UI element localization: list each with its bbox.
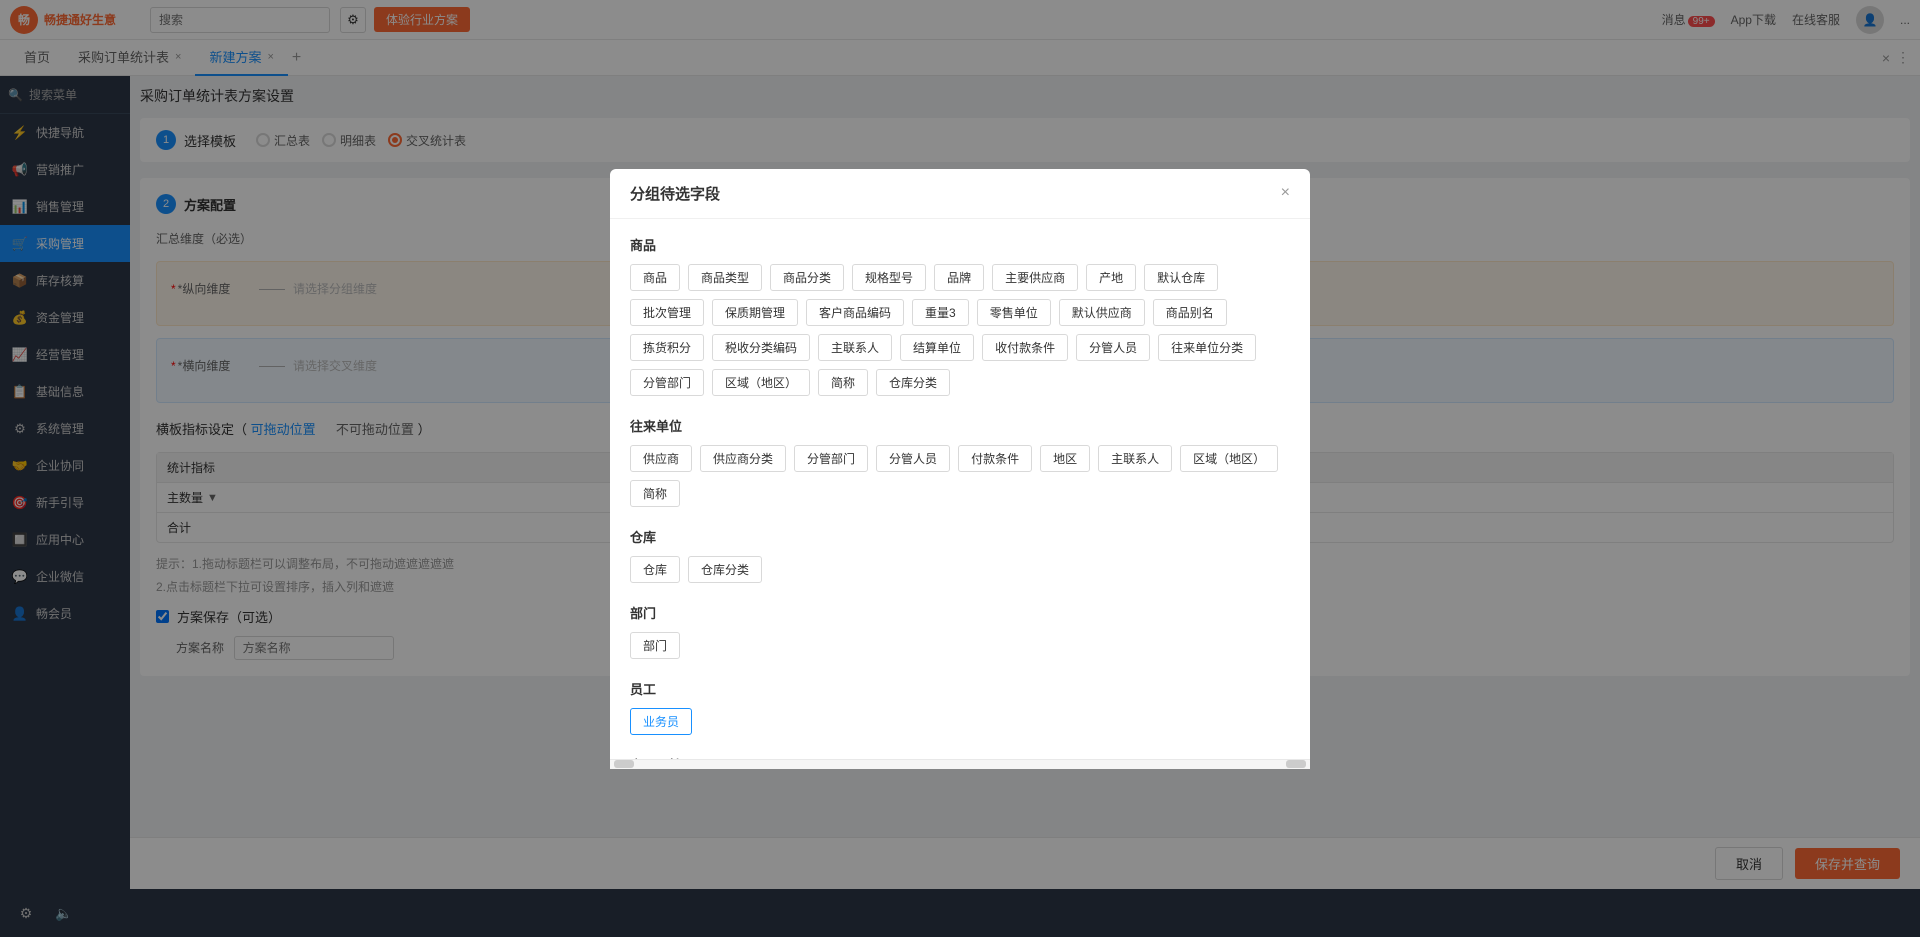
field-tag[interactable]: 分管部门 — [794, 445, 868, 472]
field-tag[interactable]: 商品 — [630, 264, 680, 291]
field-tag[interactable]: 商品类型 — [688, 264, 762, 291]
field-tag[interactable]: 拣货积分 — [630, 334, 704, 361]
group-title-staff: 员工 — [630, 679, 1290, 698]
field-tag[interactable]: 仓库分类 — [876, 369, 950, 396]
field-tag[interactable]: 结算单位 — [900, 334, 974, 361]
field-tag[interactable]: 批次管理 — [630, 299, 704, 326]
field-tag[interactable]: 付款条件 — [958, 445, 1032, 472]
hscroll-thumb[interactable] — [614, 760, 634, 768]
field-tag[interactable]: 品牌 — [934, 264, 984, 291]
modal-hscrollbar — [610, 759, 1310, 769]
field-group-staff: 员工 业务员 — [630, 679, 1290, 735]
field-tag[interactable]: 主要供应商 — [992, 264, 1078, 291]
field-tag[interactable]: 默认仓库 — [1144, 264, 1218, 291]
warehouse-field-tags: 仓库 仓库分类 — [630, 556, 1290, 583]
field-tag[interactable]: 收付款条件 — [982, 334, 1068, 361]
field-tag[interactable]: 供应商分类 — [700, 445, 786, 472]
field-tag[interactable]: 分管人员 — [876, 445, 950, 472]
field-group-partner: 往来单位 供应商 供应商分类 分管部门 分管人员 付款条件 地区 主联系人 区域… — [630, 416, 1290, 507]
modal-header: 分组待选字段 × — [610, 169, 1310, 219]
group-title-warehouse: 仓库 — [630, 527, 1290, 546]
field-group-warehouse: 仓库 仓库 仓库分类 — [630, 527, 1290, 583]
department-field-tags: 部门 — [630, 632, 1290, 659]
field-tag[interactable]: 简称 — [818, 369, 868, 396]
modal-close-button[interactable]: × — [1281, 184, 1290, 202]
modal-dialog: 分组待选字段 × 商品 商品 商品类型 商品分类 规格型号 品牌 主要供应商 产… — [610, 169, 1310, 769]
field-tag[interactable]: 简称 — [630, 480, 680, 507]
group-title-product: 商品 — [630, 235, 1290, 254]
staff-field-tags: 业务员 — [630, 708, 1290, 735]
field-tag[interactable]: 产地 — [1086, 264, 1136, 291]
field-group-department: 部门 部门 — [630, 603, 1290, 659]
field-tag[interactable]: 供应商 — [630, 445, 692, 472]
field-tag[interactable]: 仓库分类 — [688, 556, 762, 583]
field-tag[interactable]: 规格型号 — [852, 264, 926, 291]
field-tag[interactable]: 仓库 — [630, 556, 680, 583]
hscroll-right[interactable] — [1286, 760, 1306, 768]
field-tag[interactable]: 税收分类编码 — [712, 334, 810, 361]
modal-body: 商品 商品 商品类型 商品分类 规格型号 品牌 主要供应商 产地 默认仓库 批次… — [610, 219, 1310, 759]
field-tag[interactable]: 保质期管理 — [712, 299, 798, 326]
field-tag[interactable]: 主联系人 — [1098, 445, 1172, 472]
field-tag[interactable]: 往来单位分类 — [1158, 334, 1256, 361]
product-field-tags: 商品 商品类型 商品分类 规格型号 品牌 主要供应商 产地 默认仓库 批次管理 … — [630, 264, 1290, 396]
field-tag[interactable]: 地区 — [1040, 445, 1090, 472]
field-tag[interactable]: 分管人员 — [1076, 334, 1150, 361]
field-tag[interactable]: 客户商品编码 — [806, 299, 904, 326]
partner-field-tags: 供应商 供应商分类 分管部门 分管人员 付款条件 地区 主联系人 区域（地区） … — [630, 445, 1290, 507]
field-tag[interactable]: 区域（地区） — [1180, 445, 1278, 472]
field-tag[interactable]: 主联系人 — [818, 334, 892, 361]
field-tag[interactable]: 商品别名 — [1153, 299, 1227, 326]
field-tag[interactable]: 商品分类 — [770, 264, 844, 291]
field-tag[interactable]: 重量3 — [912, 299, 969, 326]
field-tag[interactable]: 区域（地区） — [712, 369, 810, 396]
field-tag[interactable]: 部门 — [630, 632, 680, 659]
field-tag[interactable]: 零售单位 — [977, 299, 1051, 326]
group-title-department: 部门 — [630, 603, 1290, 622]
group-title-partner: 往来单位 — [630, 416, 1290, 435]
modal-title: 分组待选字段 — [630, 183, 720, 204]
field-tag[interactable]: 默认供应商 — [1059, 299, 1145, 326]
field-tag[interactable]: 分管部门 — [630, 369, 704, 396]
field-group-product: 商品 商品 商品类型 商品分类 规格型号 品牌 主要供应商 产地 默认仓库 批次… — [630, 235, 1290, 396]
field-tag-staff-business[interactable]: 业务员 — [630, 708, 692, 735]
